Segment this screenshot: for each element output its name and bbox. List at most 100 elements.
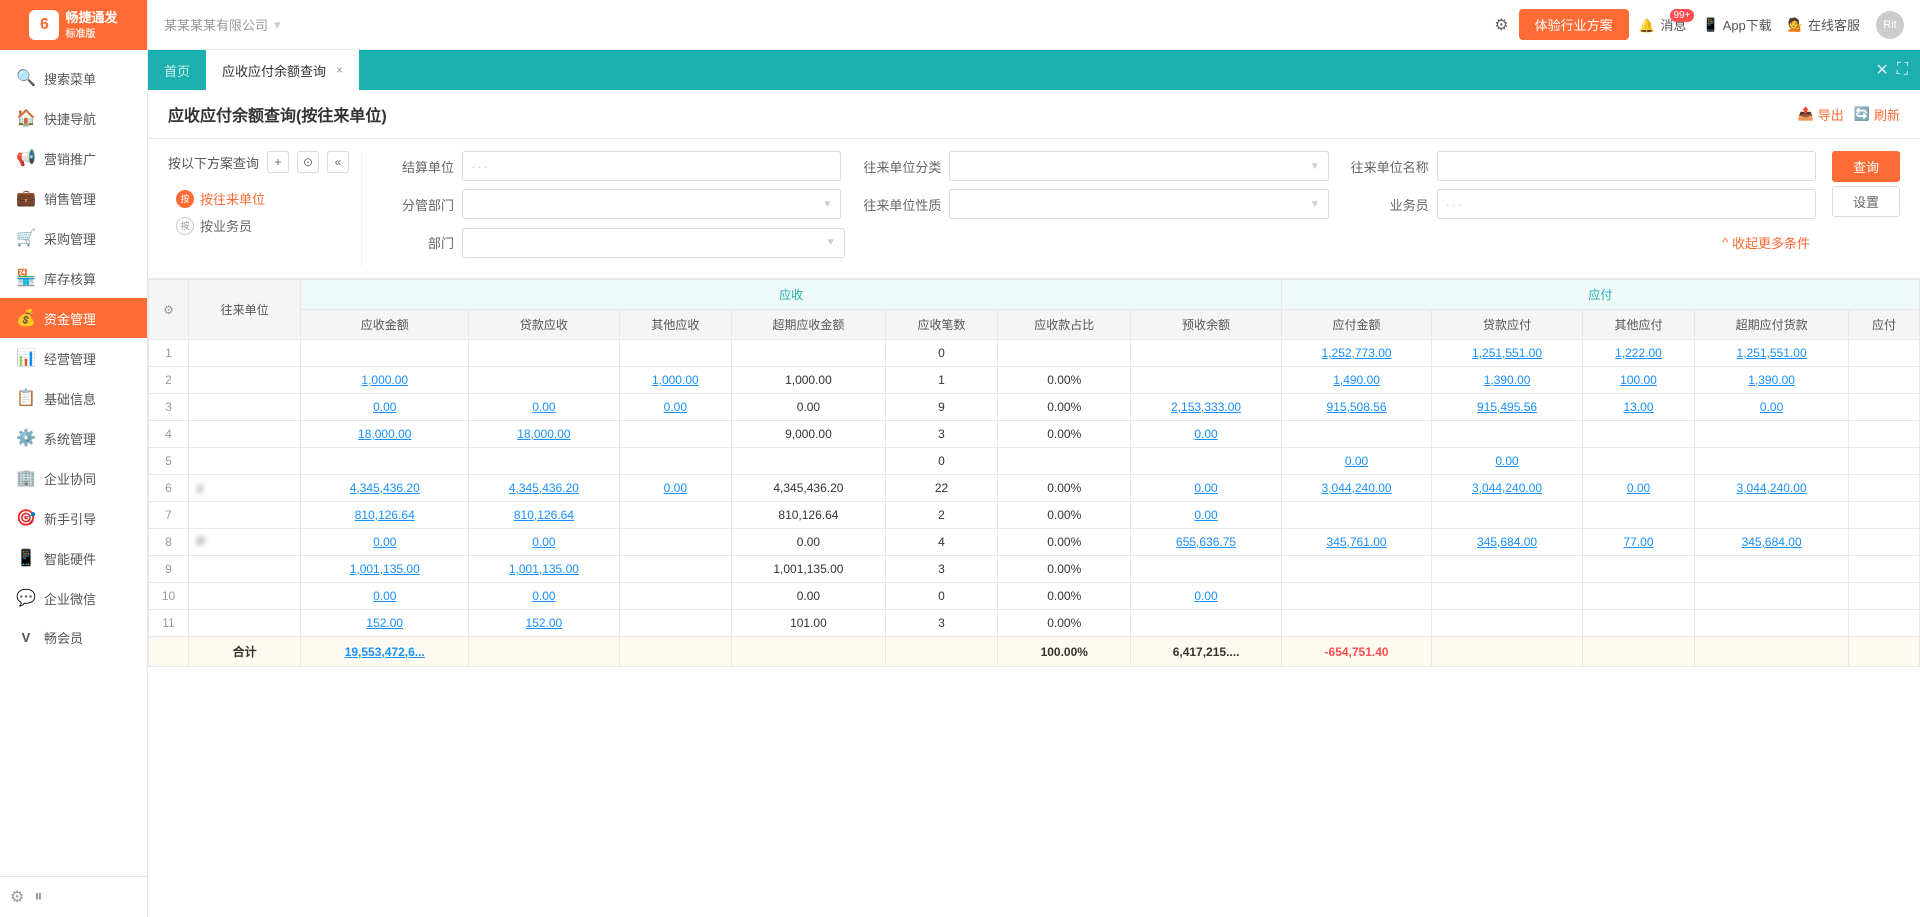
messages-button[interactable]: 🔔 99+ 消息	[1639, 15, 1687, 34]
row-receivable[interactable]: 18,000.00	[301, 421, 469, 448]
row-overdue-payable[interactable]	[1695, 610, 1849, 637]
row-prepaid[interactable]: 2,153,333.00	[1131, 394, 1282, 421]
row-other-receivable[interactable]	[619, 583, 731, 610]
row-loan-receivable[interactable]: 0.00	[469, 529, 620, 556]
tab-close-icon[interactable]: ×	[336, 63, 343, 77]
settings-bottom-icon[interactable]: ⚙	[10, 887, 24, 907]
sidebar-item-guide[interactable]: 🎯 新手引导	[0, 498, 147, 538]
row-payable[interactable]	[1281, 502, 1432, 529]
tab-home[interactable]: 首页	[148, 50, 206, 90]
row-receivable[interactable]: 1,001,135.00	[301, 556, 469, 583]
row-overdue-payable[interactable]	[1695, 556, 1849, 583]
row-loan-receivable[interactable]: 810,126.64	[469, 502, 620, 529]
row-overdue-payable[interactable]: 0.00	[1695, 394, 1849, 421]
row-prepaid[interactable]	[1131, 556, 1282, 583]
row-prepaid[interactable]: 0.00	[1131, 421, 1282, 448]
row-other-payable[interactable]	[1582, 556, 1694, 583]
query-button[interactable]: 查询	[1832, 151, 1900, 182]
row-overdue-payable[interactable]: 1,251,551.00	[1695, 340, 1849, 367]
row-loan-receivable[interactable]: 1,001,135.00	[469, 556, 620, 583]
row-loan-receivable[interactable]	[469, 448, 620, 475]
row-loan-payable[interactable]: 915,495.56	[1432, 394, 1583, 421]
row-loan-payable[interactable]	[1432, 421, 1583, 448]
row-receivable[interactable]: 0.00	[301, 394, 469, 421]
row-prepaid[interactable]: 0.00	[1131, 475, 1282, 502]
refresh-button[interactable]: 🔄 刷新	[1854, 105, 1900, 124]
company-input[interactable]: ···	[462, 151, 841, 181]
nature-input[interactable]: ▼	[949, 189, 1328, 219]
sidebar-item-enterprise[interactable]: 🏢 企业协同	[0, 458, 147, 498]
row-other-receivable[interactable]: 0.00	[619, 475, 731, 502]
row-payable[interactable]: 0.00	[1281, 448, 1432, 475]
row-overdue-payable[interactable]: 3,044,240.00	[1695, 475, 1849, 502]
row-prepaid[interactable]: 0.00	[1131, 502, 1282, 529]
row-receivable[interactable]: 152.00	[301, 610, 469, 637]
total-receivable[interactable]: 19,553,472,6...	[301, 637, 469, 667]
row-loan-receivable[interactable]	[469, 340, 620, 367]
row-payable[interactable]: 915,508.56	[1281, 394, 1432, 421]
row-loan-receivable[interactable]: 152.00	[469, 610, 620, 637]
row-other-receivable[interactable]	[619, 529, 731, 556]
row-prepaid[interactable]	[1131, 367, 1282, 394]
row-other-receivable[interactable]	[619, 448, 731, 475]
sidebar-item-weixin[interactable]: 💬 企业微信	[0, 578, 147, 618]
row-other-receivable[interactable]: 0.00	[619, 394, 731, 421]
row-overdue-payable[interactable]	[1695, 421, 1849, 448]
col-settings[interactable]: ⚙	[149, 280, 189, 340]
subdept-input[interactable]: ▼	[462, 228, 845, 258]
sidebar-item-search[interactable]: 🔍 搜索菜单	[0, 58, 147, 98]
avatar[interactable]: Rit	[1876, 11, 1904, 39]
row-other-receivable[interactable]	[619, 502, 731, 529]
row-payable[interactable]	[1281, 421, 1432, 448]
row-receivable[interactable]: 0.00	[301, 529, 469, 556]
table-area[interactable]: ⚙ 往来单位 应收 应付 应收金额 贷款应收 其他应收 超期应收金额 应收笔数 …	[148, 279, 1920, 917]
row-other-payable[interactable]: 100.00	[1582, 367, 1694, 394]
row-other-payable[interactable]	[1582, 448, 1694, 475]
row-overdue-payable[interactable]	[1695, 502, 1849, 529]
sidebar-item-base[interactable]: 📋 基础信息	[0, 378, 147, 418]
solution-button[interactable]: 体验行业方案	[1519, 9, 1629, 40]
row-loan-receivable[interactable]: 0.00	[469, 394, 620, 421]
tab-active[interactable]: 应收应付余额查询 ×	[206, 50, 359, 90]
row-other-payable[interactable]: 77.00	[1582, 529, 1694, 556]
row-loan-payable[interactable]: 1,251,551.00	[1432, 340, 1583, 367]
setting-button[interactable]: 设置	[1832, 186, 1900, 217]
row-loan-payable[interactable]: 345,684.00	[1432, 529, 1583, 556]
row-receivable[interactable]: 4,345,436.20	[301, 475, 469, 502]
row-loan-receivable[interactable]: 0.00	[469, 583, 620, 610]
row-loan-receivable[interactable]: 4,345,436.20	[469, 475, 620, 502]
filter-collapse-button[interactable]: «	[327, 151, 349, 173]
sidebar-item-quicknav[interactable]: 🏠 快捷导航	[0, 98, 147, 138]
window-expand-icon[interactable]: ⛶	[1897, 61, 1908, 79]
export-button[interactable]: 📤 导出	[1798, 105, 1844, 124]
row-payable[interactable]	[1281, 556, 1432, 583]
window-close-icon[interactable]: ✕	[1875, 60, 1888, 80]
collapse-more-button[interactable]: ^ 收起更多条件	[1716, 227, 1816, 258]
row-prepaid[interactable]	[1131, 340, 1282, 367]
row-loan-payable[interactable]	[1432, 610, 1583, 637]
row-other-payable[interactable]	[1582, 610, 1694, 637]
gear-icon[interactable]: ⚙	[1494, 15, 1508, 35]
sidebar-item-sales[interactable]: 💼 销售管理	[0, 178, 147, 218]
row-payable[interactable]: 3,044,240.00	[1281, 475, 1432, 502]
row-receivable[interactable]: 810,126.64	[301, 502, 469, 529]
row-prepaid[interactable]	[1131, 610, 1282, 637]
name-input[interactable]	[1437, 151, 1816, 181]
row-other-payable[interactable]: 1,222.00	[1582, 340, 1694, 367]
row-prepaid[interactable]: 0.00	[1131, 583, 1282, 610]
row-loan-payable[interactable]	[1432, 502, 1583, 529]
sidebar-item-inventory[interactable]: 🏪 库存核算	[0, 258, 147, 298]
row-other-receivable[interactable]	[619, 556, 731, 583]
row-overdue-payable[interactable]: 345,684.00	[1695, 529, 1849, 556]
row-loan-payable[interactable]: 0.00	[1432, 448, 1583, 475]
online-service-button[interactable]: 💁 在线客服	[1788, 15, 1860, 34]
sidebar-item-operations[interactable]: 📊 经营管理	[0, 338, 147, 378]
row-loan-receivable[interactable]: 18,000.00	[469, 421, 620, 448]
row-payable[interactable]: 1,490.00	[1281, 367, 1432, 394]
row-other-receivable[interactable]	[619, 610, 731, 637]
row-other-payable[interactable]	[1582, 502, 1694, 529]
salesman-input[interactable]: ···	[1437, 189, 1816, 219]
table-settings-icon[interactable]: ⚙	[163, 303, 174, 317]
row-loan-receivable[interactable]	[469, 367, 620, 394]
row-loan-payable[interactable]: 3,044,240.00	[1432, 475, 1583, 502]
